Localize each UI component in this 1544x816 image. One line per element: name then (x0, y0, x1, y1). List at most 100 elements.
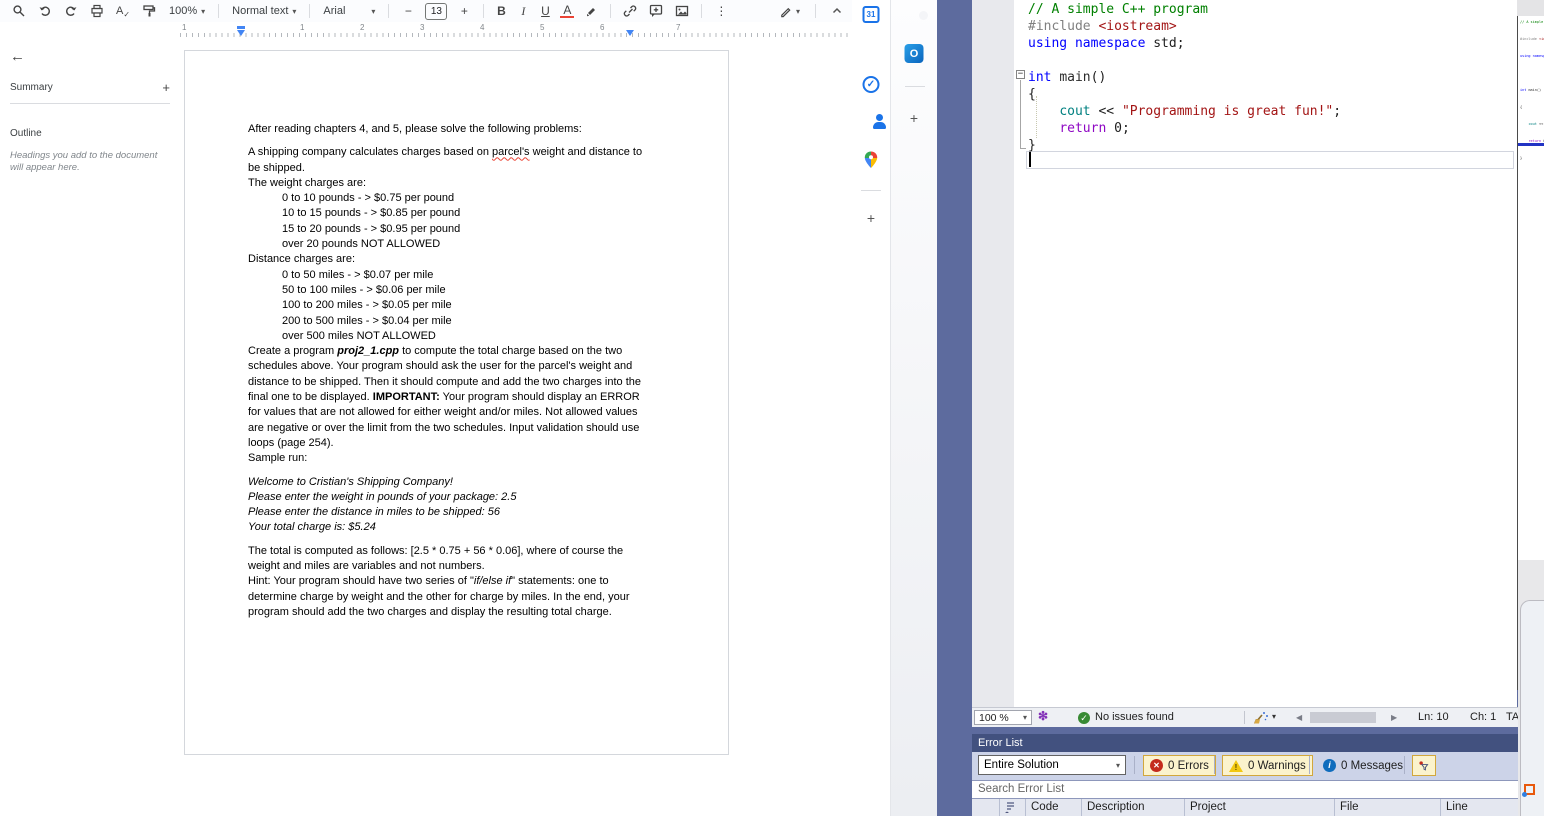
column-header-line[interactable]: Line (1441, 799, 1491, 816)
google-calendar-icon[interactable]: 31 (862, 6, 880, 23)
decrease-font-size-button[interactable]: − (399, 3, 417, 19)
message-icon: i (1323, 759, 1336, 772)
code-cleanup-icon[interactable] (1252, 710, 1270, 727)
error-list-search-input[interactable]: Search Error List (972, 780, 1518, 799)
column-header-description[interactable]: Description (1082, 799, 1185, 816)
error-list-header-row[interactable]: Code Description Project File Line (972, 799, 1518, 816)
minimap-line: { (1520, 105, 1523, 109)
google-tasks-icon[interactable]: ✓ (862, 76, 880, 93)
google-docs-window: A ✓ 100% ▾ Normal text ▾ Arial ▾ − 13 + B I … (0, 0, 937, 816)
minimap-caret-line (1518, 143, 1544, 146)
edge-sidebar: O + (890, 0, 937, 816)
ruler-number: 6 (600, 23, 605, 32)
code-line: return 0; (1059, 121, 1130, 136)
insert-link-icon[interactable] (621, 3, 639, 19)
fold-collapse-icon[interactable]: − (1016, 70, 1025, 79)
ruler-ticks (180, 33, 880, 37)
error-scope-select[interactable]: Entire Solution ▾ (978, 755, 1126, 775)
ruler-number: 7 (676, 23, 681, 32)
document-line: 100 to 200 miles - > $0.05 per mile (282, 299, 452, 312)
scrollbar-minimap[interactable]: // A simple C++ program #include <iostrea… (1518, 16, 1544, 560)
document-health-icon[interactable]: ❇ (1038, 709, 1048, 723)
bold-button[interactable]: B (494, 4, 508, 18)
error-list-title[interactable]: Error List (972, 734, 1518, 752)
column-header-code[interactable]: Code (1026, 799, 1082, 816)
panel-divider (861, 190, 881, 191)
document-line: distance to be shipped. Then it should c… (248, 375, 642, 388)
paragraph-style-select[interactable]: Normal text ▾ (229, 5, 299, 17)
google-maps-icon[interactable] (863, 151, 879, 174)
errors-filter-button[interactable]: ✕ 0 Errors (1143, 755, 1216, 776)
scroll-left-arrow[interactable]: ◀ (1296, 713, 1302, 722)
outline-hint-text: Headings you add to the document will ap… (10, 150, 158, 173)
document-line: Distance charges are: (248, 253, 355, 266)
code-cleanup-caret[interactable]: ▾ (1272, 712, 1276, 721)
undo-icon[interactable] (36, 3, 54, 19)
redo-icon[interactable] (62, 3, 80, 19)
code-line: using namespace std; (1028, 36, 1185, 51)
back-button[interactable]: ← (10, 48, 25, 65)
severity-column-icon[interactable] (1000, 799, 1026, 816)
column-header-project[interactable]: Project (1185, 799, 1335, 816)
row-handle-column (972, 799, 1000, 816)
insert-image-icon[interactable] (673, 3, 691, 19)
font-select[interactable]: Arial ▾ (320, 5, 378, 17)
code-line: #include <iostream> (1028, 19, 1177, 34)
screen: A ✓ 100% ▾ Normal text ▾ Arial ▾ − 13 + B I … (0, 0, 1544, 816)
ruler-number: 1 (300, 23, 305, 32)
spelling-check-icon[interactable]: A ✓ (114, 3, 132, 19)
document-line: for values that are not allowed for eith… (248, 406, 638, 419)
add-comment-icon[interactable] (647, 3, 665, 19)
column-header-file[interactable]: File (1335, 799, 1441, 816)
messages-filter-button[interactable]: i 0 Messages (1317, 755, 1409, 776)
document-line: final one to be displayed. IMPORTANT: Yo… (248, 391, 640, 404)
text-color-button[interactable]: A (560, 4, 575, 18)
document-line: program should add the two charges and d… (248, 605, 612, 618)
add-summary-button[interactable]: + (162, 80, 170, 95)
add-sidebar-app-button[interactable]: + (910, 110, 918, 126)
editor-indicator-margin[interactable] (972, 0, 1014, 707)
editor-zoom-select[interactable]: 100 % ▾ (974, 710, 1032, 725)
scroll-right-arrow[interactable]: ▶ (1391, 713, 1397, 722)
filter-button[interactable] (1412, 755, 1436, 776)
toolbar-divider (1309, 756, 1310, 774)
document-line: After reading chapters 4, and 5, please … (248, 123, 582, 135)
document-line: Create a program proj2_1.cpp to compute … (248, 345, 623, 358)
docs-toolbar: A ✓ 100% ▾ Normal text ▾ Arial ▾ − 13 + B I … (0, 0, 860, 22)
document-page[interactable]: After reading chapters 4, and 5, please … (184, 50, 729, 755)
warnings-filter-button[interactable]: ! 0 Warnings (1222, 755, 1313, 776)
paint-format-icon[interactable] (140, 3, 158, 19)
sliver-window-top (1517, 0, 1544, 16)
minimap-line: // A simple C++ program (1520, 20, 1544, 24)
underline-button[interactable]: U (538, 4, 552, 18)
right-indent-marker[interactable] (626, 30, 634, 36)
more-options-button[interactable]: ⋮ (712, 3, 730, 19)
font-size-field[interactable]: 13 (425, 2, 448, 20)
document-line: Sample run: (248, 452, 308, 465)
document-line: be shipped. (248, 161, 305, 174)
zoom-select[interactable]: 100% ▾ (166, 5, 208, 17)
document-line: The total is computed as follows: [2.5 *… (248, 544, 624, 557)
summary-heading: Summary (10, 82, 53, 93)
visual-studio-window: − // A simple C++ program #include <iostr… (937, 0, 1544, 816)
code-editor[interactable]: − // A simple C++ program #include <iostr… (1014, 0, 1517, 707)
hide-menus-button[interactable] (828, 3, 846, 19)
search-icon[interactable] (10, 3, 28, 19)
toolbar-divider (388, 4, 390, 18)
document-line: are negative or over the limit from the … (248, 421, 640, 434)
increase-font-size-button[interactable]: + (455, 3, 473, 19)
get-add-ons-button[interactable]: + (867, 210, 875, 226)
document-line: Please enter the distance in miles to be… (248, 506, 500, 519)
outlook-icon[interactable]: O (904, 44, 924, 63)
horizontal-ruler[interactable]: 1 1 2 3 4 5 6 7 (180, 23, 890, 38)
editing-mode-button[interactable]: ▾ (776, 5, 803, 18)
minimap-line: cout << "Programming is great fun!"; (1528, 122, 1544, 126)
error-list-panel: Error List Entire Solution ▾ ✕ 0 Errors !… (972, 734, 1518, 816)
horizontal-scrollbar[interactable]: ◀ ▶ (1294, 710, 1404, 725)
line-indicator: Ln: 10 (1418, 711, 1449, 723)
italic-button[interactable]: I (516, 4, 530, 19)
highlight-color-icon[interactable] (582, 3, 600, 19)
scrollbar-thumb[interactable] (1310, 712, 1376, 723)
document-content: After reading chapters 4, and 5, please … (248, 122, 673, 628)
print-icon[interactable] (88, 3, 106, 19)
